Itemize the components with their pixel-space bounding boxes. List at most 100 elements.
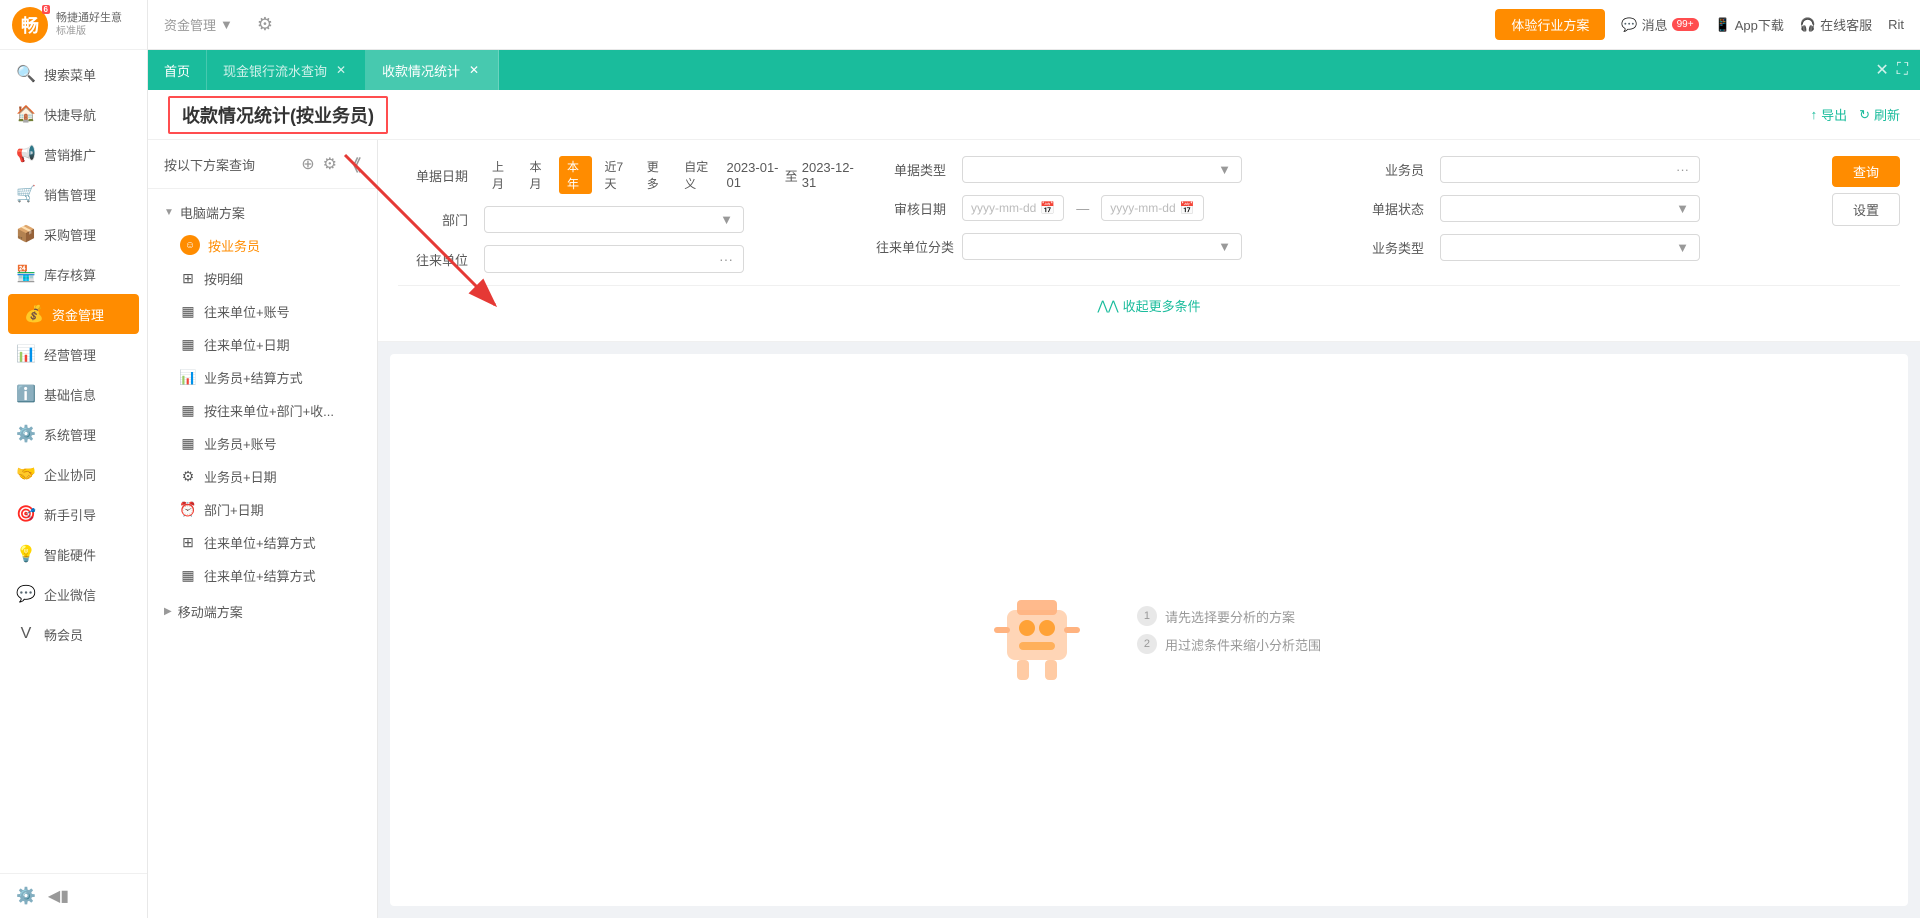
biz-type-control: ▼: [1440, 234, 1812, 261]
date-tab-this-month[interactable]: 本月: [521, 156, 554, 194]
tree-item-partner-settle2[interactable]: ▦ 往来单位+结算方式: [148, 559, 377, 592]
tree-item-salesman-date[interactable]: ⚙ 业务员+日期: [148, 460, 377, 493]
partner-more-icon[interactable]: ···: [719, 251, 733, 267]
audit-date-to-input[interactable]: yyyy-mm-dd 📅: [1101, 195, 1203, 221]
sidebar-item-quicknav[interactable]: 🏠 快捷导航: [0, 94, 147, 134]
dept-select[interactable]: ▼: [484, 206, 744, 233]
tab-close-all-icon[interactable]: ✕: [1875, 60, 1888, 80]
tree-item-detail[interactable]: ⊞ 按明细: [148, 262, 377, 295]
tree-item-partner-dept[interactable]: ▦ 按往来单位+部门+收...: [148, 394, 377, 427]
tree-item-salesman-account[interactable]: ▦ 业务员+账号: [148, 427, 377, 460]
tree-item-salesman-settle[interactable]: 📊 业务员+结算方式: [148, 361, 377, 394]
doc-status-dropdown-icon: ▼: [1676, 201, 1689, 216]
scheme-gear-icon[interactable]: ⚙: [323, 154, 337, 174]
tab-close-bank[interactable]: ✕: [333, 62, 349, 78]
logo-area: 畅 6 畅捷通好生意 标准版: [0, 0, 147, 50]
page-header-actions: ↑ 导出 ↻ 刷新: [1811, 105, 1900, 124]
collapse-conditions-btn[interactable]: ⋀⋀ 收起更多条件: [398, 285, 1900, 325]
empty-step-2: 2 用过滤条件来缩小分析范围: [1137, 634, 1321, 654]
sidebar-item-inventory[interactable]: 🏪 库存核算: [0, 254, 147, 294]
tree-item-dept-date[interactable]: ⏰ 部门+日期: [148, 493, 377, 526]
salesman-more-icon[interactable]: ···: [1676, 162, 1689, 177]
tree-group-mobile-header[interactable]: ▶ 移动端方案: [148, 596, 377, 627]
sidebar-item-wechat[interactable]: 💬 企业微信: [0, 574, 147, 614]
sidebar-item-hardware[interactable]: 💡 智能硬件: [0, 534, 147, 574]
dept-filter-control: ▼: [484, 206, 856, 233]
tab-bank-flow[interactable]: 现金银行流水查询 ✕: [207, 50, 366, 90]
sidebar-item-sales[interactable]: 🛒 销售管理: [0, 174, 147, 214]
dept-label: 部门: [398, 210, 468, 229]
doc-status-control: ▼: [1440, 195, 1812, 222]
data-area: 1 请先选择要分析的方案 2 用过滤条件来缩小分析范围: [390, 354, 1908, 906]
date-tab-custom[interactable]: 自定义: [676, 156, 718, 194]
export-icon: ↑: [1811, 107, 1818, 122]
salesman-active-icon: ☺: [180, 235, 200, 255]
phone-icon: 📱: [1715, 17, 1731, 33]
tree-collapse-arrow: ▶: [164, 606, 172, 617]
dept-dropdown-icon: ▼: [720, 212, 733, 227]
sales-icon: 🛒: [16, 184, 36, 204]
tree-group-desktop-header[interactable]: ▼ 电脑端方案: [148, 197, 377, 228]
settings-button[interactable]: 设置: [1832, 193, 1900, 226]
empty-robot-icon: [977, 570, 1097, 690]
home-icon: 🏠: [16, 104, 36, 124]
tree-item-by-salesman[interactable]: ☺ 按业务员: [148, 228, 377, 262]
date-tab-this-year[interactable]: 本年: [559, 156, 592, 194]
filter-row-date: 单据日期 上月 本月 本年 近7天 更多 自定义: [398, 156, 856, 194]
partner-category-label: 往来单位分类: [876, 237, 946, 256]
query-button[interactable]: 查询: [1832, 156, 1900, 187]
doc-status-select[interactable]: ▼: [1440, 195, 1700, 222]
app-download-btn[interactable]: 📱 App下载: [1715, 15, 1784, 34]
system-icon: ⚙️: [16, 424, 36, 444]
audit-date-from-input[interactable]: yyyy-mm-dd 📅: [962, 195, 1064, 221]
topbar-gear[interactable]: ⚙: [257, 14, 273, 35]
filter-row-audit-date: 审核日期 yyyy-mm-dd 📅 — yyyy-mm-dd: [876, 195, 1334, 221]
sidebar-item-finance[interactable]: 💰 资金管理: [8, 294, 139, 334]
scheme-add-icon[interactable]: ⊕: [301, 154, 314, 174]
sidebar-item-member[interactable]: V 畅会员: [0, 614, 147, 654]
message-btn[interactable]: 💬 消息 99+: [1621, 15, 1698, 34]
sidebar-nav: 🔍 搜索菜单 🏠 快捷导航 📢 营销推广 🛒 销售管理 📦 采购管理 🏪: [0, 50, 147, 873]
sidebar-item-marketing[interactable]: 📢 营销推广: [0, 134, 147, 174]
audit-date-label: 审核日期: [876, 199, 946, 218]
export-btn[interactable]: ↑ 导出: [1811, 105, 1848, 124]
date-to: 2023-12-31: [802, 160, 856, 190]
sidebar-item-system[interactable]: ⚙️ 系统管理: [0, 414, 147, 454]
scheme-collapse-icon[interactable]: 《: [345, 152, 361, 176]
date-tab-more[interactable]: 更多: [639, 156, 672, 194]
user-name[interactable]: Rit: [1888, 17, 1904, 32]
biz-type-select[interactable]: ▼: [1440, 234, 1700, 261]
sidebar-item-search[interactable]: 🔍 搜索菜单: [0, 54, 147, 94]
type-select[interactable]: ▼: [962, 156, 1242, 183]
content-area: 按以下方案查询 ⊕ ⚙ 《 ▼ 电脑端方案: [148, 140, 1920, 918]
tree-item-partner-settle1[interactable]: ⊞ 往来单位+结算方式: [148, 526, 377, 559]
salesman-date-icon: ⚙: [180, 469, 196, 485]
tab-close-collection[interactable]: ✕: [466, 62, 482, 78]
partner-category-select[interactable]: ▼: [962, 233, 1242, 260]
date-tab-last-month[interactable]: 上月: [484, 156, 517, 194]
sidebar-item-info[interactable]: ℹ️ 基础信息: [0, 374, 147, 414]
tab-collection-stats[interactable]: 收款情况统计 ✕: [366, 50, 499, 90]
collapse-footer-icon[interactable]: ◀▮: [48, 886, 69, 906]
sidebar-item-guide[interactable]: 🎯 新手引导: [0, 494, 147, 534]
page-header: 收款情况统计(按业务员) ↑ 导出 ↻ 刷新: [148, 90, 1920, 140]
refresh-btn[interactable]: ↻ 刷新: [1859, 105, 1900, 124]
tree-item-partner-account[interactable]: ▦ 往来单位+账号: [148, 295, 377, 328]
biz-type-dropdown-icon: ▼: [1676, 240, 1689, 255]
tab-maximize-icon[interactable]: ⛶: [1897, 61, 1908, 79]
sidebar-item-purchase[interactable]: 📦 采购管理: [0, 214, 147, 254]
logo-text: 畅捷通好生意 标准版: [56, 11, 122, 38]
salesman-select[interactable]: ···: [1440, 156, 1700, 183]
sidebar-item-collab[interactable]: 🤝 企业协同: [0, 454, 147, 494]
dropdown-arrow-icon[interactable]: ▼: [220, 17, 233, 32]
sidebar-item-manage[interactable]: 📊 经营管理: [0, 334, 147, 374]
solution-btn[interactable]: 体验行业方案: [1495, 9, 1605, 40]
partner-select[interactable]: ···: [484, 245, 744, 273]
tree-group-mobile: ▶ 移动端方案: [148, 596, 377, 627]
online-service-btn[interactable]: 🎧 在线客服: [1800, 15, 1872, 34]
biz-type-label: 业务类型: [1354, 238, 1424, 257]
tab-home[interactable]: 首页: [148, 50, 207, 90]
tree-item-partner-date[interactable]: ▦ 往来单位+日期: [148, 328, 377, 361]
settings-footer-icon[interactable]: ⚙️: [16, 886, 36, 906]
date-tab-7days[interactable]: 近7天: [596, 156, 634, 194]
